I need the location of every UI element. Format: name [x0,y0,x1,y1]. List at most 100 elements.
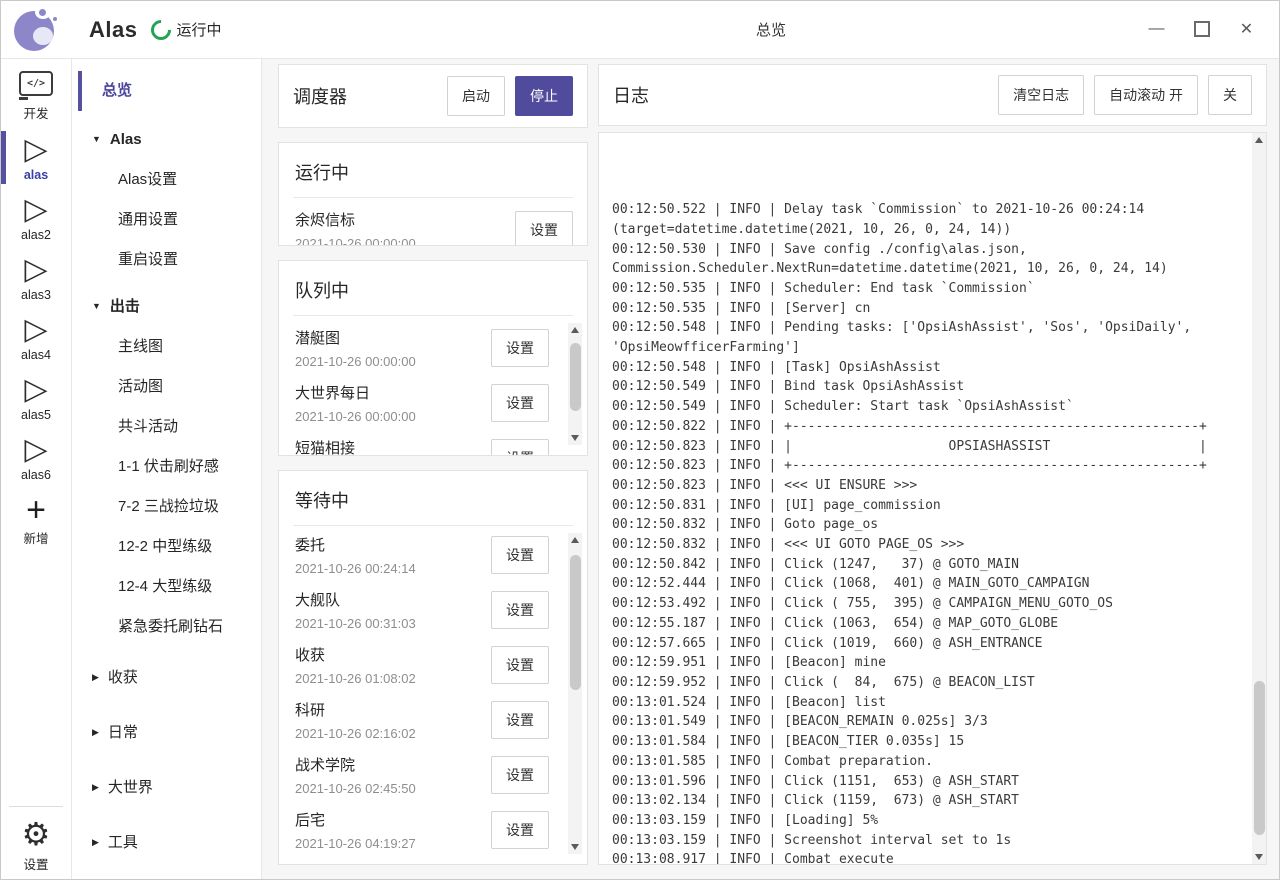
task-settings-button[interactable]: 设置 [491,536,549,574]
sidebar-item-settings[interactable]: ⚙ 设置 [1,817,71,873]
waiting-panel: 等待中 委托 2021-10-26 00:24:14 设置 [278,470,588,865]
log-line: 00:12:53.492 | INFO | Click ( 755, 395) … [612,594,1244,614]
log-line: 00:12:50.548 | INFO | [Task] OpsiAshAssi… [612,358,1244,378]
maximize-button[interactable] [1179,1,1224,57]
log-line: 00:12:50.823 | INFO | +-----------------… [612,456,1244,476]
task-row: 潜艇图 2021-10-26 00:00:00 设置 [293,320,573,375]
task-name: 短猫相接 [295,437,491,456]
log-line: Commission.Scheduler.NextRun=datetime.da… [612,259,1244,279]
play-icon: ▷ [24,135,47,165]
task-settings-button[interactable]: 设置 [491,811,549,849]
log-line: 00:13:08.917 | INFO | Combat execute [612,850,1244,865]
alas-logo-icon [13,7,59,53]
scrollbar-thumb[interactable] [570,343,581,411]
menu-item[interactable]: 收获 [72,657,261,702]
task-settings-button[interactable]: 设置 [491,646,549,684]
plus-icon: + [26,495,46,525]
menu-item[interactable]: 通用设置 [72,200,261,240]
task-settings-button[interactable]: 设置 [515,211,573,246]
log-scrollbar[interactable] [1252,133,1266,864]
menu-item[interactable]: 主线图 [72,327,261,367]
task-row: 大世界每日 2021-10-26 00:00:00 设置 [293,375,573,430]
clear-log-button[interactable]: 清空日志 [998,75,1084,115]
scroll-up-icon[interactable] [571,327,579,333]
scheduler-title: 调度器 [293,83,447,109]
autoscroll-off-button[interactable]: 关 [1208,75,1252,115]
play-icon: ▷ [24,195,47,225]
log-line: 00:13:01.585 | INFO | Combat preparation… [612,752,1244,772]
window-controls: — ✕ [1134,1,1269,57]
scroll-down-icon[interactable] [1255,854,1263,860]
task-name: 大世界每日 [295,382,491,403]
scrollbar-thumb[interactable] [1254,681,1265,835]
task-settings-button[interactable]: 设置 [491,439,549,456]
scroll-down-icon[interactable] [571,844,579,850]
instance-sidebar: </> 开发 ▷ alas ▷ alas2 ▷ alas3 ▷ alas4 ▷ … [1,59,72,880]
scheduler-start-button[interactable]: 启动 [447,76,505,116]
menu-item[interactable]: 工具 [72,822,261,867]
log-line: 'OpsiMeowfficerFarming'] [612,338,1244,358]
sidebar-item-alas5[interactable]: ▷ alas5 [1,375,71,422]
menu-item[interactable]: 12-2 中型练级 [72,527,261,567]
sidebar-item-label: alas6 [21,468,51,482]
menu-item[interactable]: Alas [72,119,261,160]
menu-item[interactable]: 共斗活动 [72,407,261,447]
log-lines: 00:12:50.522 | INFO | Delay task `Commis… [612,141,1244,865]
autoscroll-toggle-button[interactable]: 自动滚动 开 [1094,75,1198,115]
task-name: 收获 [295,644,491,665]
sidebar-item-dev[interactable]: </> 开发 [1,71,71,122]
maximize-icon [1194,21,1210,37]
sidebar-item-alas3[interactable]: ▷ alas3 [1,255,71,302]
menu-item[interactable]: 1-1 伏击刷好感 [72,447,261,487]
sidebar-item-alas[interactable]: ▷ alas [1,135,71,182]
page-title: 总览 [263,19,1279,40]
log-line: 00:13:01.584 | INFO | [BEACON_TIER 0.035… [612,732,1244,752]
menu-item[interactable]: 日常 [72,712,261,757]
menu-item[interactable]: 总览 [78,71,261,111]
minimize-button[interactable]: — [1134,1,1179,57]
sidebar-item-alas4[interactable]: ▷ alas4 [1,315,71,362]
menu-item[interactable]: 大世界 [72,767,261,812]
log-line: 00:12:50.530 | INFO | Save config ./conf… [612,240,1244,260]
log-line: 00:12:50.548 | INFO | Pending tasks: ['O… [612,318,1244,338]
task-time: 2021-10-26 00:24:14 [295,561,491,576]
pending-scrollbar[interactable] [568,323,582,445]
task-settings-button[interactable]: 设置 [491,384,549,422]
task-menu: 总览 AlasAlas设置通用设置重启设置出击主线图活动图共斗活动1-1 伏击刷好… [72,59,262,880]
dev-monitor-icon: </> [19,71,53,100]
sidebar-item-add[interactable]: + 新增 [1,495,71,547]
task-row: 战术学院 2021-10-26 02:45:50 设置 [293,747,573,802]
pending-title: 队列中 [293,271,573,315]
task-row: 科研 2021-10-26 02:16:02 设置 [293,692,573,747]
menu-item[interactable]: 活动图 [72,367,261,407]
menu-item[interactable]: 7-2 三战捡垃圾 [72,487,261,527]
scheduler-stop-button[interactable]: 停止 [515,76,573,116]
menu-item[interactable]: Alas设置 [72,160,261,200]
menu-item[interactable]: 紧急委托刷钻石 [72,607,261,647]
sidebar-item-alas2[interactable]: ▷ alas2 [1,195,71,242]
task-name: 后宅 [295,809,491,830]
scrollbar-thumb[interactable] [570,555,581,690]
menu-item[interactable]: 重启设置 [72,240,261,280]
waiting-scrollbar[interactable] [568,533,582,854]
sidebar-item-alas6[interactable]: ▷ alas6 [1,435,71,482]
titlebar: Alas 运行中 总览 — ✕ [1,1,1279,59]
menu-item[interactable]: 出击 [72,286,261,327]
scroll-up-icon[interactable] [1255,137,1263,143]
close-button[interactable]: ✕ [1224,1,1269,57]
task-name: 战术学院 [295,754,491,775]
task-settings-button[interactable]: 设置 [491,756,549,794]
log-line: 00:12:50.831 | INFO | [UI] page_commissi… [612,496,1244,516]
task-name: 委托 [295,534,491,555]
log-line: 00:12:50.832 | INFO | <<< UI GOTO PAGE_O… [612,535,1244,555]
task-row: 余烬信标 2021-10-26 00:00:00 设置 [293,202,573,246]
task-settings-button[interactable]: 设置 [491,591,549,629]
log-line: 00:12:59.951 | INFO | [Beacon] mine [612,653,1244,673]
menu-item[interactable]: 12-4 大型练级 [72,567,261,607]
scroll-down-icon[interactable] [571,435,579,441]
task-settings-button[interactable]: 设置 [491,701,549,739]
task-settings-button[interactable]: 设置 [491,329,549,367]
gear-icon: ⚙ [22,817,51,851]
scroll-up-icon[interactable] [571,537,579,543]
sidebar-item-label: alas3 [21,288,51,302]
